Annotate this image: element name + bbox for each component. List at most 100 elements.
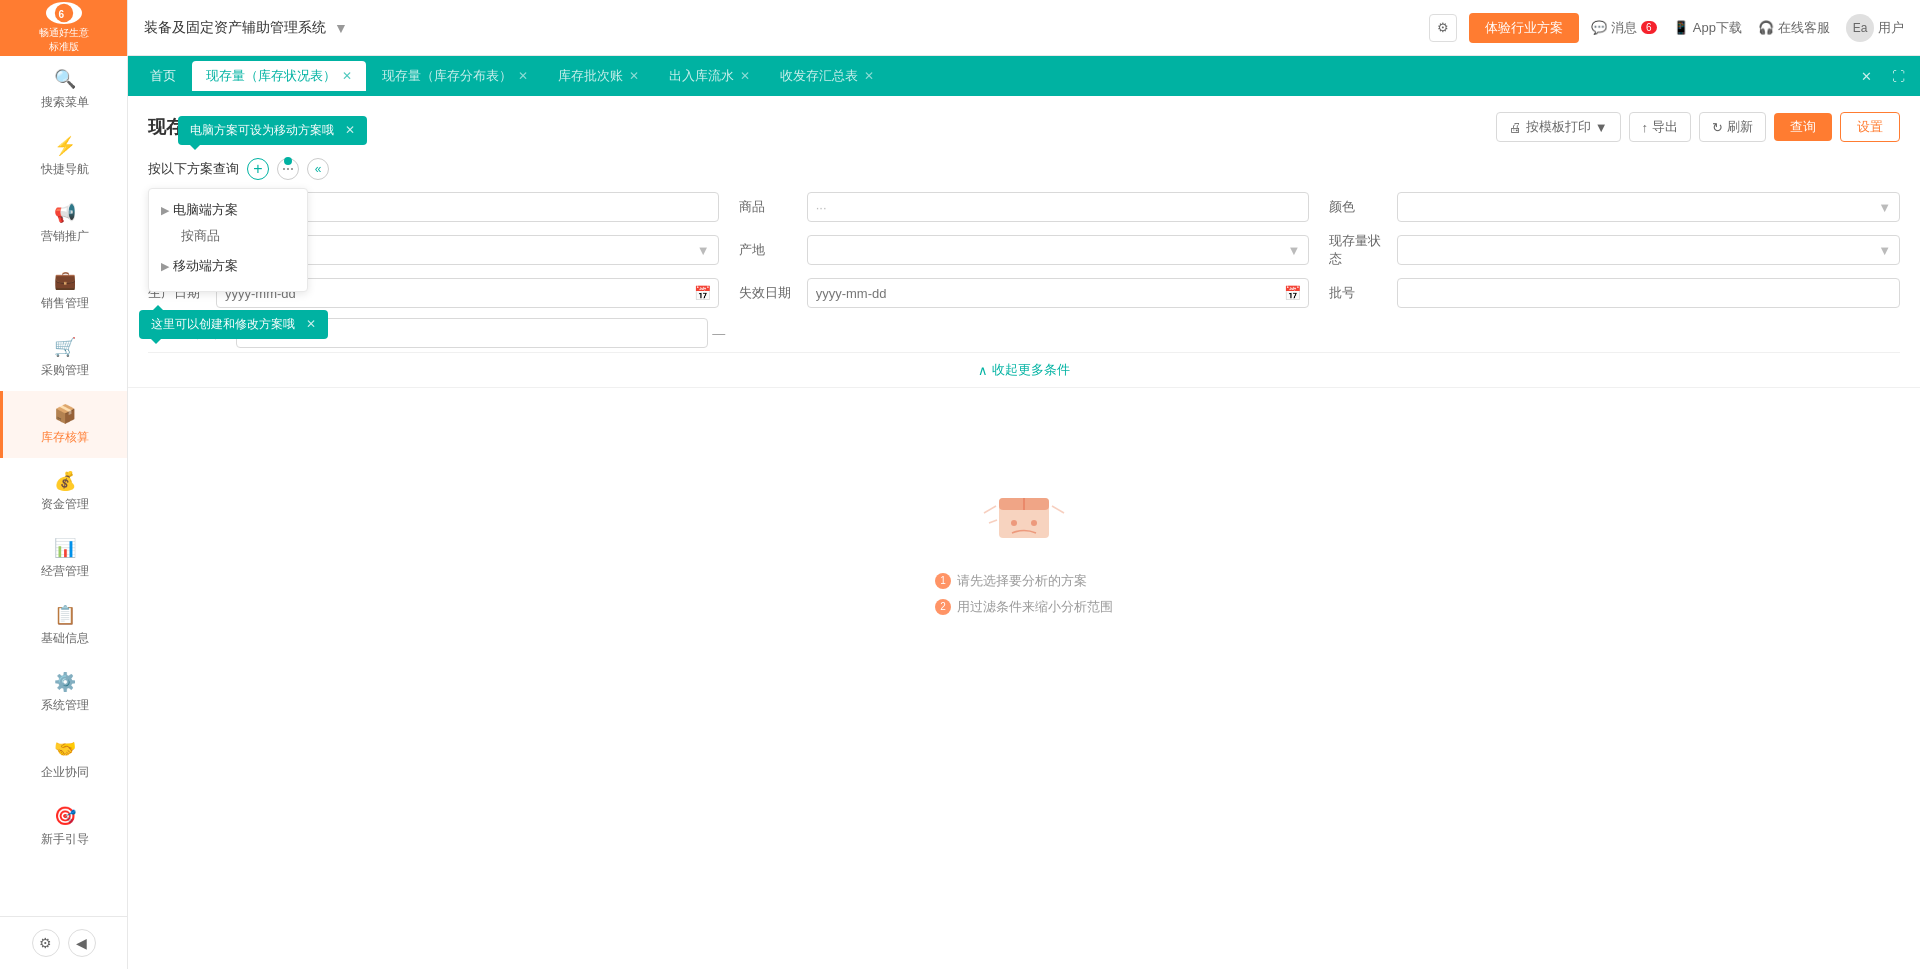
sidebar-item-purchase[interactable]: 🛒 采购管理: [0, 324, 127, 391]
size-dropdown-icon: ▼: [697, 243, 710, 258]
batch-input[interactable]: [1397, 278, 1900, 308]
user-avatar: Ea: [1846, 14, 1874, 42]
sidebar-item-inventory[interactable]: 📦 库存核算: [0, 391, 127, 458]
tab-close-batch-account[interactable]: ✕: [629, 69, 639, 83]
scheme-group-desktop-header[interactable]: ▶ 电脑端方案: [161, 197, 295, 223]
filter-origin: 产地 ▼: [739, 232, 1310, 268]
tab-close-collect-send[interactable]: ✕: [864, 69, 874, 83]
collapse-btn[interactable]: ∧ 收起更多条件: [148, 352, 1900, 387]
inventory-icon: 📦: [54, 403, 76, 425]
notification-badge: 6: [1641, 21, 1657, 34]
tab-close-inventory-dist[interactable]: ✕: [518, 69, 528, 83]
tooltip-create-close[interactable]: ✕: [306, 317, 316, 331]
print-icon: 🖨: [1509, 120, 1522, 135]
sidebar-item-sales[interactable]: 💼 销售管理: [0, 257, 127, 324]
tab-close-in-out-flow[interactable]: ✕: [740, 69, 750, 83]
filter-row-4: 现存量（主） —: [148, 318, 1900, 348]
calendar-icon-expire: 📅: [1284, 285, 1301, 301]
sales-icon: 💼: [54, 269, 76, 291]
system-dropdown-icon[interactable]: ▼: [334, 20, 348, 36]
scheme-group-desktop: ▶ 电脑端方案 按商品: [161, 197, 295, 249]
svg-line-7: [984, 506, 996, 513]
tab-batch-account[interactable]: 库存批次账 ✕: [544, 61, 653, 91]
tab-close-all-btn[interactable]: ✕: [1852, 62, 1880, 90]
sidebar-item-quick-nav[interactable]: ⚡ 快捷导航: [0, 123, 127, 190]
sidebar-item-finance[interactable]: 💰 资金管理: [0, 458, 127, 525]
tab-fullscreen-btn[interactable]: ⛶: [1884, 62, 1912, 90]
export-btn[interactable]: ↑ 导出: [1629, 112, 1692, 142]
batch-label: 批号: [1329, 284, 1389, 302]
filter-dots-btn[interactable]: ⋯: [277, 158, 299, 180]
headset-icon: 🎧: [1758, 20, 1774, 35]
svg-point-6: [1031, 520, 1037, 526]
tab-close-inventory-status[interactable]: ✕: [342, 69, 352, 83]
expire-date-input[interactable]: [807, 278, 1310, 308]
enterprise-icon: 🤝: [54, 738, 76, 760]
guide-icon: 🎯: [54, 805, 76, 827]
tabbar: 首页 现存量（库存状况表） ✕ 现存量（库存分布表） ✕ 库存批次账 ✕ 出入库…: [128, 56, 1920, 96]
goods-select[interactable]: ···: [807, 192, 1310, 222]
filter-arrow-btn[interactable]: «: [307, 158, 329, 180]
expire-date-wrap: 📅: [807, 278, 1310, 308]
tab-inventory-status[interactable]: 现存量（库存状况表） ✕: [192, 61, 366, 91]
filter-goods: 商品 ···: [739, 192, 1310, 222]
tab-inventory-dist[interactable]: 现存量（库存分布表） ✕: [368, 61, 542, 91]
phone-icon: 📱: [1673, 20, 1689, 35]
sidebar-item-system[interactable]: ⚙️ 系统管理: [0, 659, 127, 726]
marketing-icon: 📢: [54, 202, 76, 224]
tooltip-scheme-close[interactable]: ✕: [345, 123, 355, 137]
print-dropdown-icon: ▼: [1595, 120, 1608, 135]
stock-status-dropdown-icon: ▼: [1878, 243, 1891, 258]
color-label: 颜色: [1329, 198, 1389, 216]
filter-batch: 批号: [1329, 278, 1900, 308]
sidebar-item-search-menu[interactable]: 🔍 搜索菜单: [0, 56, 127, 123]
filter-row-3: 生产日期 📅 失效日期 📅: [148, 278, 1900, 308]
collapse-sidebar-btn[interactable]: ◀: [68, 929, 96, 957]
tooltip-scheme: 电脑方案可设为移动方案哦 ✕: [178, 116, 367, 145]
stock-status-select[interactable]: ▼: [1397, 235, 1900, 265]
sidebar-item-basic[interactable]: 📋 基础信息: [0, 592, 127, 659]
app-download-item[interactable]: 📱 App下载: [1673, 19, 1742, 37]
goods-dots: ···: [816, 200, 827, 215]
notification-item[interactable]: 💬 消息 6: [1591, 19, 1657, 37]
origin-label: 产地: [739, 241, 799, 259]
sidebar-item-enterprise[interactable]: 🤝 企业协同: [0, 726, 127, 793]
settings-btn[interactable]: 设置: [1840, 112, 1900, 142]
sidebar: 6 畅通好生意标准版 🔍 搜索菜单 ⚡ 快捷导航 📢 营销推广 💼 销售管理 🛒…: [0, 0, 128, 969]
scheme-group-mobile-header[interactable]: ▶ 移动端方案: [161, 253, 295, 279]
chevron-up-icon: ∧: [978, 363, 988, 378]
refresh-btn[interactable]: ↻ 刷新: [1699, 112, 1766, 142]
sidebar-item-guide[interactable]: 🎯 新手引导: [0, 793, 127, 860]
main-content: 装备及固定资产辅助管理系统 ▼ ⚙ 体验行业方案 💬 消息 6 📱 App下载 …: [128, 0, 1920, 969]
refresh-icon: ↻: [1712, 120, 1723, 135]
sidebar-item-marketing[interactable]: 📢 营销推广: [0, 190, 127, 257]
filter-stock-status: 现存量状态 ▼: [1329, 232, 1900, 268]
logo-text: 畅通好生意标准版: [39, 26, 89, 54]
industry-btn[interactable]: 体验行业方案: [1469, 13, 1579, 43]
operation-icon: 📊: [54, 537, 76, 559]
svg-text:6: 6: [58, 9, 64, 20]
origin-dropdown-icon: ▼: [1287, 243, 1300, 258]
tab-home[interactable]: 首页: [136, 61, 190, 91]
system-icon: ⚙️: [54, 671, 76, 693]
color-dropdown-icon: ▼: [1878, 200, 1891, 215]
sidebar-item-operation[interactable]: 📊 经营管理: [0, 525, 127, 592]
online-service-item[interactable]: 🎧 在线客服: [1758, 19, 1830, 37]
color-select[interactable]: ▼: [1397, 192, 1900, 222]
tab-collect-send[interactable]: 收发存汇总表 ✕: [766, 61, 888, 91]
filter-label: 按以下方案查询: [148, 160, 239, 178]
svg-line-9: [989, 520, 997, 523]
print-btn[interactable]: 🖨 按模板打印 ▼: [1496, 112, 1621, 142]
empty-icon: [974, 468, 1074, 548]
query-btn[interactable]: 查询: [1774, 113, 1832, 141]
scheme-item-by-goods[interactable]: 按商品: [161, 223, 295, 249]
topbar-gear-btn[interactable]: ⚙: [1429, 14, 1457, 42]
origin-select[interactable]: ▼: [807, 235, 1310, 265]
settings-btn[interactable]: ⚙: [32, 929, 60, 957]
filter-add-btn[interactable]: +: [247, 158, 269, 180]
topbar-right: 💬 消息 6 📱 App下载 🎧 在线客服 Ea 用户: [1591, 14, 1904, 42]
tooltip-create: 这里可以创建和修改方案哦 ✕: [139, 310, 328, 339]
tab-in-out-flow[interactable]: 出入库流水 ✕: [655, 61, 764, 91]
empty-tip-1: 1 请先选择要分析的方案: [935, 568, 1113, 594]
user-item[interactable]: Ea 用户: [1846, 14, 1904, 42]
